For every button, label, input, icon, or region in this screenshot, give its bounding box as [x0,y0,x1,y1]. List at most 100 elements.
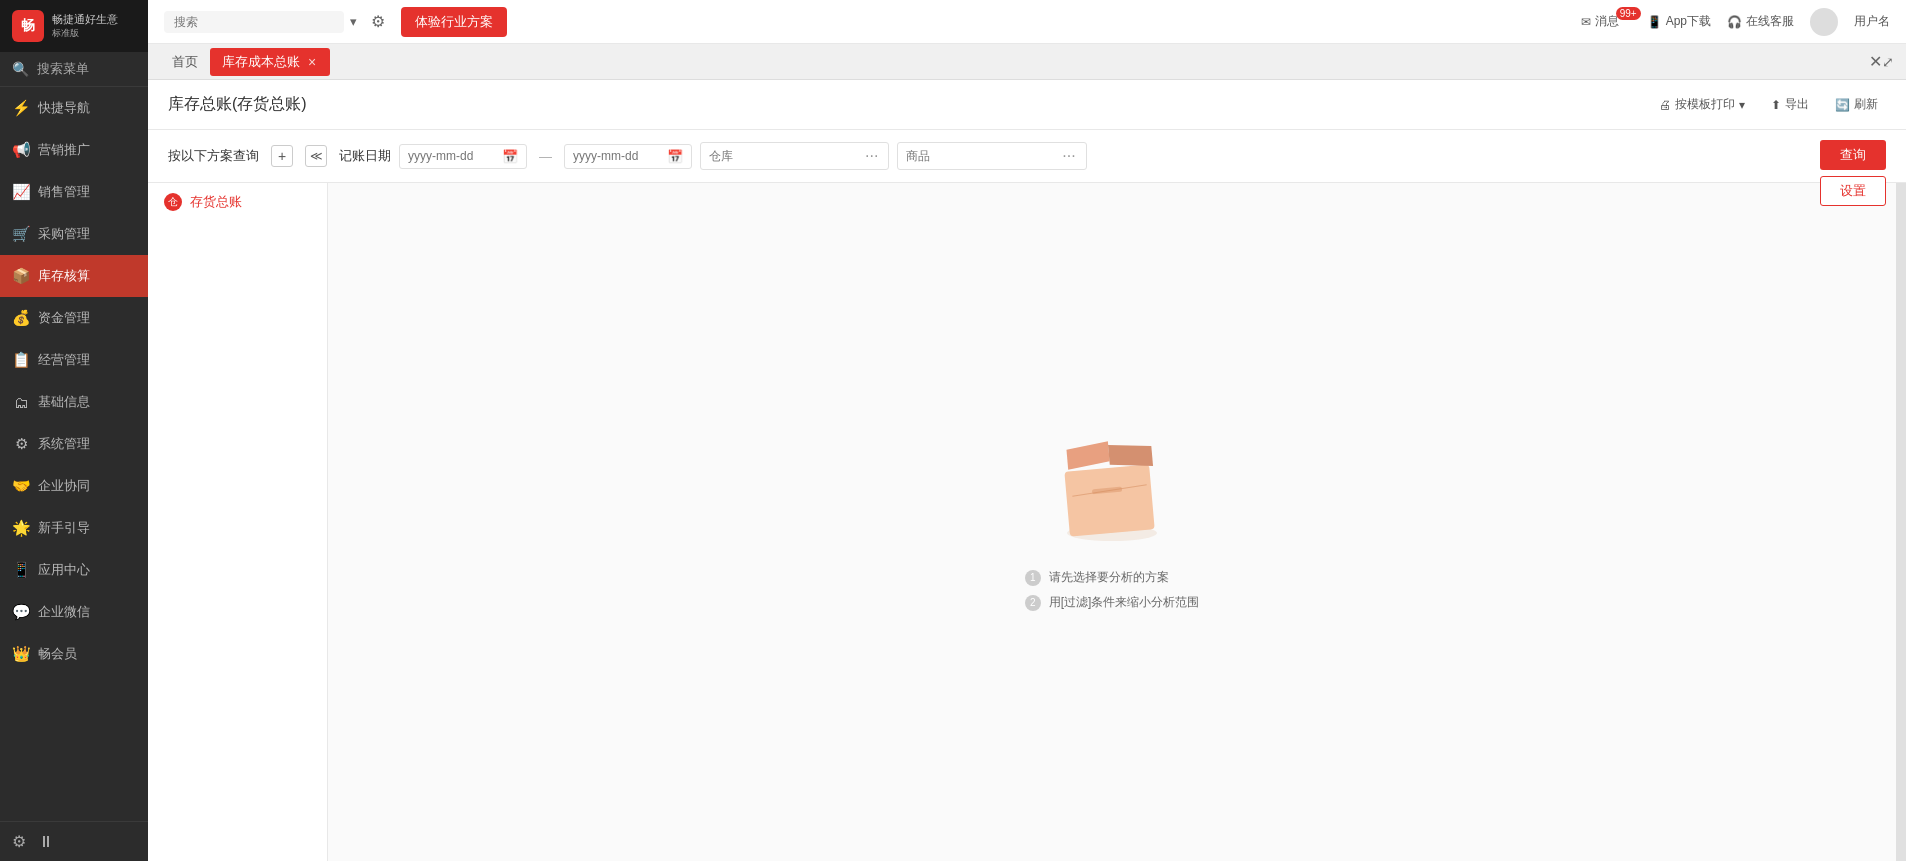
svg-marker-2 [1066,441,1110,470]
refresh-button[interactable]: 🔄 刷新 [1827,92,1886,117]
panel-close-button[interactable]: ✕ [1869,52,1882,71]
service-icon: 🎧 [1727,15,1742,29]
warehouse-field: ··· [700,142,889,170]
sidebar-item-operations[interactable]: 📋 经营管理 [0,339,148,381]
tab-inventory-ledger[interactable]: 库存成本总账 × [210,48,330,76]
sidebar-logo: 畅 畅捷通好生意 标准版 [0,0,148,52]
print-icon: 🖨 [1659,98,1671,112]
main-area: ▾ ⚙ 体验行业方案 ✉ 消息 99+ 📱 App下载 🎧 在线客服 用户名 首… [148,0,1906,861]
sidebar-item-shortcut[interactable]: ⚡ 快捷导航 [0,87,148,129]
cooperation-icon: 🤝 [12,477,30,495]
operations-icon: 📋 [12,351,30,369]
industry-button[interactable]: 体验行业方案 [401,7,507,37]
sidebar-item-apps[interactable]: 📱 应用中心 [0,549,148,591]
filter-add-button[interactable]: + [271,145,293,167]
calendar-end-icon[interactable]: 📅 [667,149,683,164]
calendar-start-icon[interactable]: 📅 [502,149,518,164]
sidebar-item-cooperation[interactable]: 🤝 企业协同 [0,465,148,507]
goods-more-button[interactable]: ··· [1060,147,1077,165]
date-end-input[interactable] [573,149,663,163]
sidebar-item-vip[interactable]: 👑 畅会员 [0,633,148,675]
settings-button[interactable]: 设置 [1820,176,1886,206]
nav-label: 应用中心 [38,561,90,579]
print-button[interactable]: 🖨 按模板打印 ▾ [1651,92,1753,117]
date-separator: — [539,149,552,164]
date-end-wrap: 📅 [564,144,692,169]
sales-icon: 📈 [12,183,30,201]
message-button[interactable]: ✉ 消息 99+ [1581,13,1631,30]
sidebar-search[interactable]: 🔍 搜索菜单 [0,52,148,87]
apps-icon: 📱 [12,561,30,579]
header-dropdown-button[interactable]: ▾ [344,10,363,33]
left-panel: 仓 存货总账 [148,183,328,861]
data-area: 1 请先选择要分析的方案 2 用[过滤]条件来缩小分析范围 [328,183,1896,861]
header-search-input[interactable] [174,15,294,29]
goods-input[interactable] [906,149,1056,163]
shortcut-icon: ⚡ [12,99,30,117]
marketing-icon: 📢 [12,141,30,159]
tab-close-button[interactable]: × [306,54,318,70]
date-start-input[interactable] [408,149,498,163]
warehouse-input[interactable] [709,149,859,163]
nav-label: 基础信息 [38,393,90,411]
header-search-box [164,11,344,33]
goods-field: ··· [897,142,1086,170]
plan-item-inventory[interactable]: 仓 存货总账 [148,183,327,221]
collapse-footer-icon[interactable]: ⏸ [38,833,54,851]
plan-item-label: 存货总账 [190,193,242,211]
system-icon: ⚙ [12,435,30,453]
export-button[interactable]: ⬆ 导出 [1763,92,1817,117]
nav-label: 企业协同 [38,477,90,495]
filter-area: 按以下方案查询 + ≪ 记账日期 📅 — 📅 ··· [148,130,1906,183]
hint-text-1: 请先选择要分析的方案 [1049,569,1169,586]
online-service-label: 在线客服 [1746,13,1794,30]
print-dropdown-icon: ▾ [1739,98,1745,112]
nav-label: 企业微信 [38,603,90,621]
sidebar-item-inventory[interactable]: 📦 库存核算 [0,255,148,297]
sidebar-item-marketing[interactable]: 📢 营销推广 [0,129,148,171]
sidebar: 畅 畅捷通好生意 标准版 🔍 搜索菜单 ⚡ 快捷导航 📢 营销推广 📈 销售管理… [0,0,148,861]
nav-label: 资金管理 [38,309,90,327]
filter-row: 记账日期 📅 — 📅 ··· ··· [339,142,1886,170]
message-label: 消息 [1595,13,1619,30]
sidebar-item-system[interactable]: ⚙ 系统管理 [0,423,148,465]
sidebar-item-sales[interactable]: 📈 销售管理 [0,171,148,213]
phone-icon: 📱 [1647,15,1662,29]
settings-footer-icon[interactable]: ⚙ [12,832,26,851]
search-icon: 🔍 [12,61,29,77]
logo-icon: 畅 [12,10,44,42]
warehouse-more-button[interactable]: ··· [863,147,880,165]
hint-number-1: 1 [1025,570,1041,586]
right-mini-panel[interactable] [1896,183,1906,861]
query-button[interactable]: 查询 [1820,140,1886,170]
header-actions: ✉ 消息 99+ 📱 App下载 🎧 在线客服 用户名 [1581,8,1890,36]
nav-label: 采购管理 [38,225,90,243]
date-label: 记账日期 [339,147,391,165]
nav-label: 系统管理 [38,435,90,453]
nav-label: 畅会员 [38,645,77,663]
title-actions: 🖨 按模板打印 ▾ ⬆ 导出 🔄 刷新 [1651,92,1886,117]
wecom-icon: 💬 [12,603,30,621]
header-gear-button[interactable]: ⚙ [363,8,393,35]
user-avatar[interactable] [1810,8,1838,36]
nav-label: 销售管理 [38,183,90,201]
sidebar-item-basic[interactable]: 🗂 基础信息 [0,381,148,423]
sidebar-nav: ⚡ 快捷导航 📢 营销推广 📈 销售管理 🛒 采购管理 📦 库存核算 💰 资金管… [0,87,148,821]
nav-label: 库存核算 [38,267,90,285]
page-title-bar: 库存总账(存货总账) 🖨 按模板打印 ▾ ⬆ 导出 🔄 刷新 [148,80,1906,130]
logo-badge: 标准版 [52,27,118,40]
online-service-button[interactable]: 🎧 在线客服 [1727,13,1794,30]
vip-icon: 👑 [12,645,30,663]
export-icon: ⬆ [1771,98,1781,112]
filter-collapse-button[interactable]: ≪ [305,145,327,167]
hint-item-1: 1 请先选择要分析的方案 [1025,569,1200,586]
sidebar-item-finance[interactable]: 💰 资金管理 [0,297,148,339]
sidebar-item-purchase[interactable]: 🛒 采购管理 [0,213,148,255]
tab-home[interactable]: 首页 [160,47,210,77]
svg-marker-3 [1108,441,1153,470]
sidebar-item-newbie[interactable]: 🌟 新手引导 [0,507,148,549]
sidebar-item-wecom[interactable]: 💬 企业微信 [0,591,148,633]
hint-text-2: 用[过滤]条件来缩小分析范围 [1049,594,1200,611]
panel-expand-button[interactable]: ⤢ [1882,54,1894,70]
app-download-button[interactable]: 📱 App下载 [1647,13,1711,30]
